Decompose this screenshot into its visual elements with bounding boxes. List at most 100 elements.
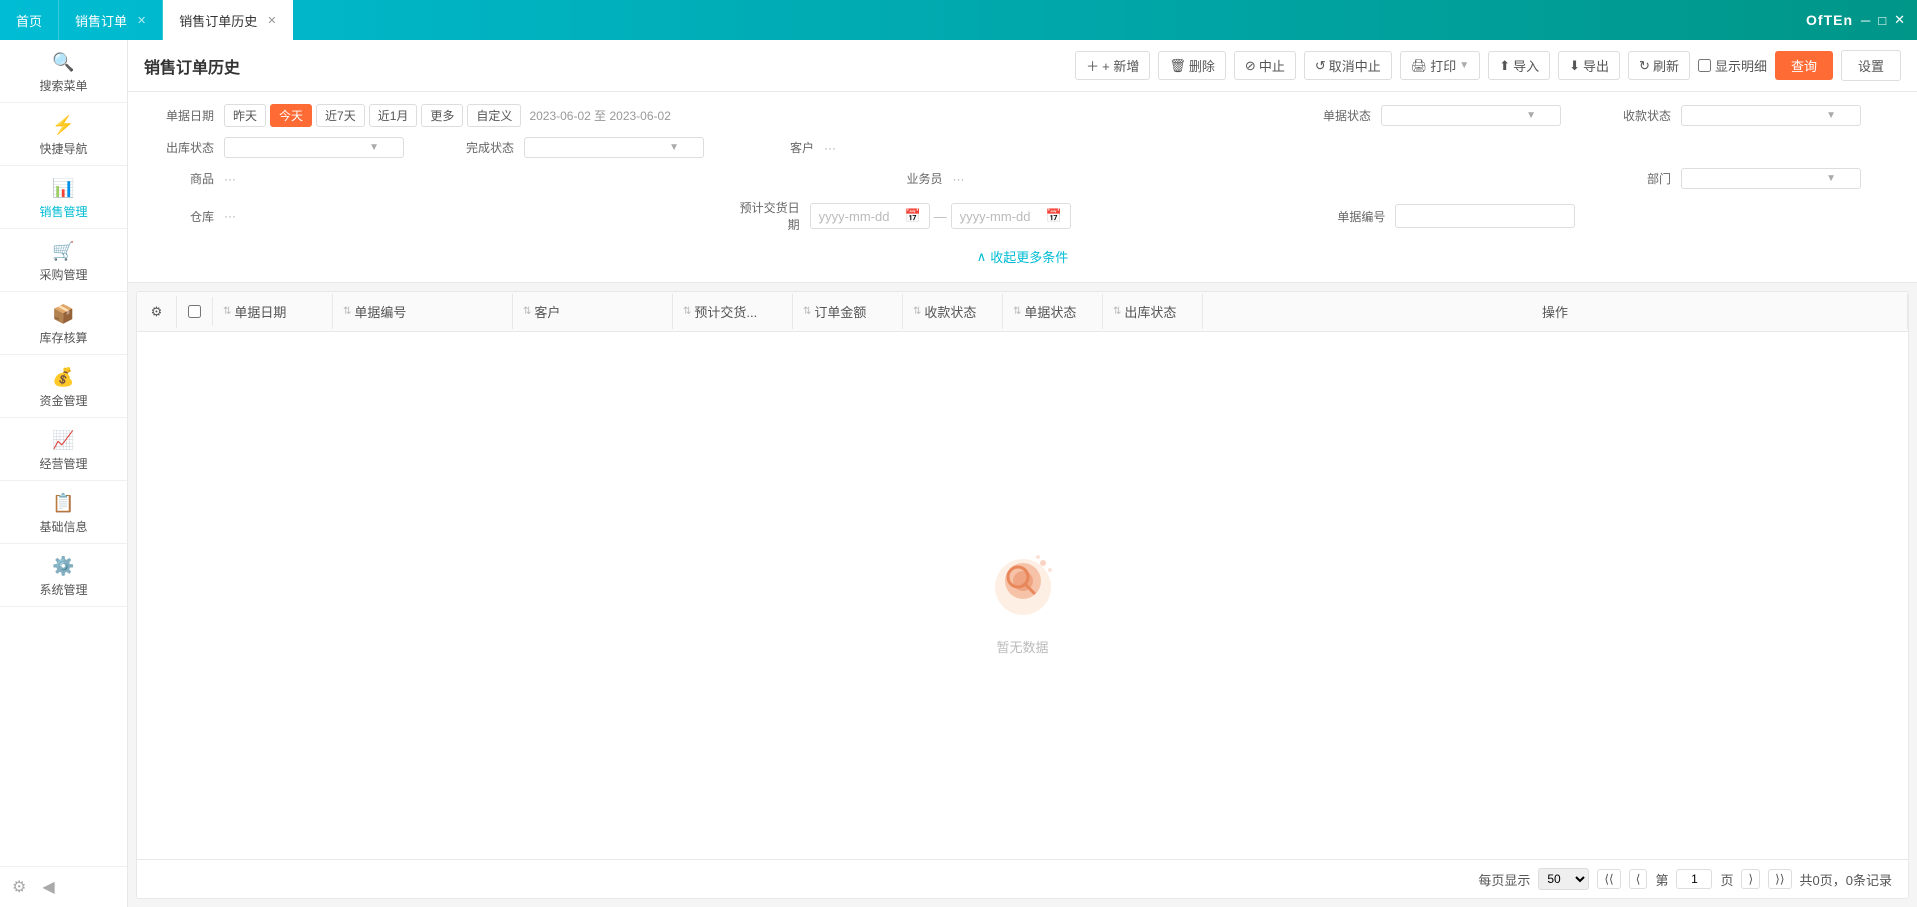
th-no-label: 单据编号 [354, 302, 406, 321]
setting-button[interactable]: 设置 [1841, 50, 1901, 81]
print-button[interactable]: 🖨 打印 ▼ [1400, 51, 1480, 80]
gear-icon: ⚙ [151, 304, 163, 320]
first-page-button[interactable]: ⟨⟨ [1597, 869, 1620, 889]
select-all-checkbox[interactable] [188, 305, 201, 318]
calendar-to-icon: 📅 [1045, 208, 1061, 224]
display-detail-checkbox[interactable] [1698, 59, 1711, 72]
sidebar-item-inventory[interactable]: 📦 库存核算 [0, 292, 127, 355]
date-btn-more[interactable]: 更多 [421, 104, 463, 127]
collapse-link[interactable]: ∧ 收起更多条件 [144, 243, 1901, 270]
th-status[interactable]: ⇅ 单据状态 [1003, 294, 1103, 329]
date-btn-custom[interactable]: 自定义 [467, 104, 521, 127]
order-status-select[interactable]: ▼ [1381, 105, 1561, 126]
tab-sales-order-label: 销售订单 [75, 11, 127, 30]
tab-sales-order-history[interactable]: 销售订单历史 ✕ [163, 0, 293, 40]
page-unit: 页 [1720, 870, 1733, 889]
sidebar-item-sales-mgmt[interactable]: 📊 销售管理 [0, 166, 127, 229]
date-btn-7days[interactable]: 近7天 [316, 104, 365, 127]
th-amount[interactable]: ⇅ 订单金额 [793, 294, 903, 329]
export-button[interactable]: ⬇ 导出 [1558, 51, 1620, 80]
inventory-icon: 📦 [52, 304, 74, 325]
complete-status-select[interactable]: ▼ [524, 137, 704, 158]
date-btn-today[interactable]: 今天 [270, 104, 312, 127]
sidebar-item-purchase-mgmt[interactable]: 🛒 采购管理 [0, 229, 127, 292]
th-date[interactable]: ⇅ 单据日期 [213, 294, 333, 329]
sidebar-item-finance[interactable]: 💰 资金管理 [0, 355, 127, 418]
sidebar-settings-icon[interactable]: ⚙ [12, 877, 26, 897]
delivery-date-to[interactable]: yyyy-mm-dd 📅 [951, 203, 1071, 229]
search-menu-icon: 🔍 [52, 52, 74, 73]
sidebar-collapse-icon[interactable]: ◀ [42, 877, 54, 897]
content-area: 销售订单历史 ＋ + 新增 🗑 删除 ⊘ 中止 ↺ 取消中止 [128, 40, 1917, 907]
refresh-button[interactable]: ↻ 刷新 [1628, 51, 1690, 80]
sales-person-more-link[interactable]: ··· [953, 172, 965, 186]
top-bar: 首页 销售订单 ✕ 销售订单历史 ✕ OfTEn ─ □ ✕ [0, 0, 1917, 40]
sys-mgmt-icon: ⚙️ [52, 556, 74, 577]
next-page-button[interactable]: ⟩ [1741, 869, 1760, 889]
sidebar-item-operations[interactable]: 📈 经营管理 [0, 418, 127, 481]
tab-sales-order[interactable]: 销售订单 ✕ [59, 0, 163, 40]
last-page-button[interactable]: ⟩⟩ [1768, 869, 1791, 889]
th-check[interactable] [177, 297, 213, 326]
date-range-text: 2023-06-02 至 2023-06-02 [529, 107, 670, 124]
sort-icon-no: ⇅ [343, 306, 351, 317]
new-button[interactable]: ＋ + 新增 [1075, 51, 1150, 80]
customer-label: 客户 [744, 139, 824, 156]
window-minimize-icon[interactable]: ─ [1861, 13, 1870, 28]
sidebar-item-search-menu[interactable]: 🔍 搜索菜单 [0, 40, 127, 103]
sidebar-item-quick-nav[interactable]: ⚡ 快捷导航 [0, 103, 127, 166]
import-button[interactable]: ⬆ 导入 [1488, 51, 1550, 80]
window-close-icon[interactable]: ✕ [1894, 12, 1905, 28]
query-button[interactable]: 查询 [1775, 51, 1833, 80]
th-gear[interactable]: ⚙ [137, 296, 177, 328]
out-status-label: 出库状态 [144, 139, 224, 156]
table-header: ⚙ ⇅ 单据日期 ⇅ 单据编号 ⇅ 客户 ⇅ [137, 292, 1908, 332]
th-delivery[interactable]: ⇅ 预计交货... [673, 294, 793, 329]
th-out[interactable]: ⇅ 出库状态 [1103, 294, 1203, 329]
customer-more-link[interactable]: ··· [824, 141, 836, 155]
date-btn-yesterday[interactable]: 昨天 [224, 104, 266, 127]
stop-button[interactable]: ⊘ 中止 [1234, 51, 1296, 80]
delete-icon: 🗑 [1169, 58, 1186, 74]
th-payment[interactable]: ⇅ 收款状态 [903, 294, 1003, 329]
cancel-stop-icon: ↺ [1315, 58, 1326, 74]
page-input[interactable] [1676, 869, 1712, 889]
out-status-select[interactable]: ▼ [224, 137, 404, 158]
operations-icon: 📈 [52, 430, 74, 451]
sort-icon-amount: ⇅ [803, 306, 811, 317]
delete-button[interactable]: 🗑 删除 [1158, 51, 1226, 80]
department-control: ▼ [1681, 168, 1901, 189]
page-size-select[interactable]: 50 10 20 100 [1538, 868, 1589, 890]
toolbar: ＋ + 新增 🗑 删除 ⊘ 中止 ↺ 取消中止 🖨 打印 [1075, 50, 1901, 81]
delivery-date-control: yyyy-mm-dd 📅 — yyyy-mm-dd 📅 [810, 203, 1316, 229]
sidebar-item-base-info[interactable]: 📋 基础信息 [0, 481, 127, 544]
page-title: 销售订单历史 [144, 54, 240, 78]
cancel-stop-button[interactable]: ↺ 取消中止 [1304, 51, 1392, 80]
delivery-date-to-text: yyyy-mm-dd [960, 209, 1031, 224]
tab-sales-order-history-close[interactable]: ✕ [267, 14, 276, 27]
main-layout: 🔍 搜索菜单 ⚡ 快捷导航 📊 销售管理 🛒 采购管理 📦 库存核算 💰 资金管… [0, 40, 1917, 907]
sidebar-item-purchase-mgmt-label: 采购管理 [39, 266, 87, 283]
order-status-control: ▼ [1381, 105, 1601, 126]
tab-sales-order-close[interactable]: ✕ [137, 14, 146, 27]
sidebar-item-sys-mgmt[interactable]: ⚙️ 系统管理 [0, 544, 127, 607]
product-control: ··· [224, 172, 873, 186]
prev-page-button[interactable]: ⟨ [1629, 869, 1648, 889]
product-more-link[interactable]: ··· [224, 172, 236, 186]
th-no[interactable]: ⇅ 单据编号 [333, 294, 513, 329]
warehouse-more-link[interactable]: ··· [224, 209, 236, 223]
quick-nav-icon: ⚡ [52, 115, 74, 136]
order-no-input[interactable] [1395, 204, 1575, 228]
sort-icon-payment: ⇅ [913, 306, 921, 317]
sidebar-item-inventory-label: 库存核算 [39, 329, 87, 346]
date-range-separator: — [934, 209, 947, 224]
table-area: ⚙ ⇅ 单据日期 ⇅ 单据编号 ⇅ 客户 ⇅ [136, 291, 1909, 899]
tab-home[interactable]: 首页 [0, 0, 59, 40]
th-customer[interactable]: ⇅ 客户 [513, 294, 673, 329]
department-select[interactable]: ▼ [1681, 168, 1861, 189]
payment-status-select[interactable]: ▼ [1681, 105, 1861, 126]
date-btn-1month[interactable]: 近1月 [369, 104, 418, 127]
department-label: 部门 [1601, 170, 1681, 187]
window-maximize-icon[interactable]: □ [1878, 13, 1886, 28]
delivery-date-from[interactable]: yyyy-mm-dd 📅 [810, 203, 930, 229]
